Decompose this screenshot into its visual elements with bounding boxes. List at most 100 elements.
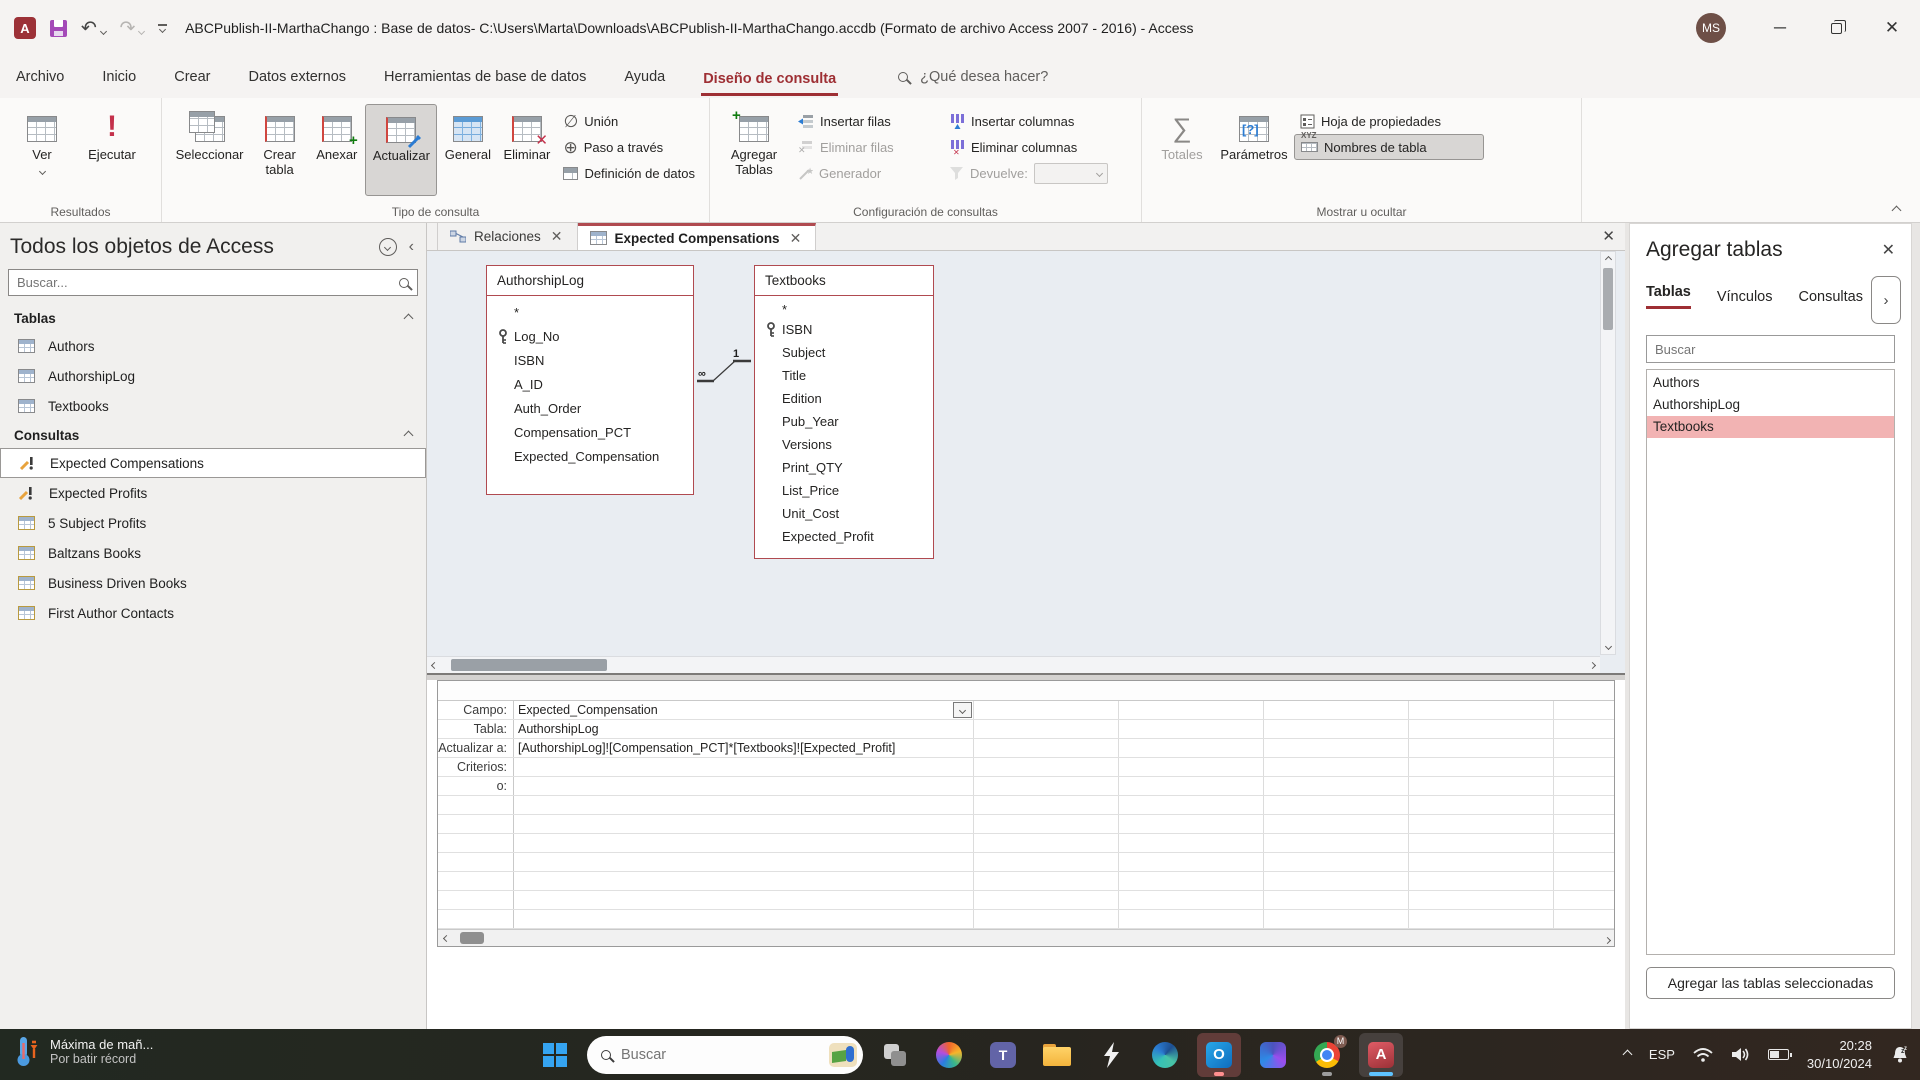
clock[interactable]: 20:28 30/10/2024: [1807, 1037, 1872, 1072]
grid-cell[interactable]: [1554, 910, 1615, 928]
scroll-left-icon[interactable]: [427, 661, 442, 669]
minimize-button[interactable]: ─: [1752, 0, 1808, 56]
grid-cell[interactable]: [1119, 720, 1264, 738]
grid-horizontal-scrollbar[interactable]: [438, 929, 1614, 946]
grid-cell[interactable]: [1119, 796, 1264, 814]
nav-item-expected-profits[interactable]: Expected Profits: [0, 478, 426, 508]
list-item-authors[interactable]: Authors: [1647, 372, 1894, 394]
nav-menu-icon[interactable]: [378, 238, 397, 256]
design-horizontal-scrollbar[interactable]: [427, 656, 1600, 673]
grid-cell[interactable]: [1119, 910, 1264, 928]
insert-columns-button[interactable]: Insertar columnas: [944, 108, 1129, 134]
grid-cell[interactable]: [1409, 834, 1554, 852]
grid-cell[interactable]: [1119, 701, 1264, 719]
volume-icon[interactable]: [1731, 1047, 1750, 1062]
do-not-disturb-bell-icon[interactable]: zz: [1890, 1045, 1910, 1065]
nav-item-first-author-contacts[interactable]: First Author Contacts: [0, 598, 426, 628]
close-tab-icon[interactable]: ✕: [788, 230, 804, 247]
pane-tabs-overflow-button[interactable]: ›: [1871, 276, 1901, 324]
grid-cell[interactable]: [1119, 891, 1264, 909]
undo-button[interactable]: ↶: [81, 19, 107, 38]
tell-me-search[interactable]: ¿Qué desea hacer?: [898, 69, 1048, 85]
grid-cell[interactable]: [974, 834, 1119, 852]
grid-cell[interactable]: [1409, 891, 1554, 909]
grid-cell-tabla[interactable]: AuthorshipLog: [514, 720, 974, 738]
tab-diseno-de-consulta[interactable]: Diseño de consulta: [701, 68, 839, 96]
close-button[interactable]: ✕: [1864, 0, 1920, 56]
chrome-button[interactable]: M: [1305, 1033, 1349, 1077]
grid-cell[interactable]: [1119, 758, 1264, 776]
nav-item-textbooks[interactable]: Textbooks: [0, 391, 426, 421]
avatar[interactable]: MS: [1696, 13, 1726, 43]
scroll-right-icon[interactable]: [1603, 931, 1612, 946]
grid-cell-o[interactable]: [514, 777, 974, 795]
grid-cell[interactable]: [1554, 701, 1615, 719]
grid-cell[interactable]: [1264, 910, 1409, 928]
scroll-right-icon[interactable]: [1585, 661, 1600, 669]
add-tables-button[interactable]: + Agregar Tablas: [718, 104, 790, 196]
pane-search-box[interactable]: [1646, 335, 1895, 363]
grid-cell[interactable]: [974, 701, 1119, 719]
grid-cell[interactable]: [514, 796, 974, 814]
grid-cell[interactable]: [1554, 853, 1615, 871]
nav-search-input[interactable]: [17, 275, 399, 290]
field-dropdown-icon[interactable]: [953, 702, 972, 718]
nav-group-tablas[interactable]: Tablas: [0, 304, 426, 331]
taskbar-search-input[interactable]: [621, 1046, 819, 1063]
nav-group-consultas[interactable]: Consultas: [0, 421, 426, 448]
scrollbar-thumb[interactable]: [460, 932, 484, 944]
scrollbar-thumb[interactable]: [451, 659, 607, 671]
grid-cell[interactable]: [1554, 834, 1615, 852]
task-view-button[interactable]: [873, 1033, 917, 1077]
grid-cell[interactable]: [1409, 739, 1554, 757]
scrollbar-thumb[interactable]: [1603, 268, 1613, 330]
grid-cell[interactable]: [1264, 739, 1409, 757]
grid-cell[interactable]: [1409, 701, 1554, 719]
grid-cell[interactable]: [1264, 777, 1409, 795]
tab-ayuda[interactable]: Ayuda: [622, 66, 667, 88]
nav-item-business-driven-books[interactable]: Business Driven Books: [0, 568, 426, 598]
grid-cell[interactable]: [1264, 720, 1409, 738]
grid-cell[interactable]: [974, 815, 1119, 833]
grid-cell-campo[interactable]: Expected_Compensation: [514, 701, 974, 719]
scroll-left-icon[interactable]: [438, 934, 454, 942]
update-query-button[interactable]: Actualizar: [365, 104, 438, 196]
battery-icon[interactable]: [1767, 1049, 1792, 1060]
delete-query-button[interactable]: ✕ Eliminar: [498, 104, 555, 196]
tab-archivo[interactable]: Archivo: [14, 66, 66, 88]
tab-crear[interactable]: Crear: [172, 66, 212, 88]
nav-item-authors[interactable]: Authors: [0, 331, 426, 361]
grid-cell[interactable]: [974, 910, 1119, 928]
grid-cell[interactable]: [1119, 872, 1264, 890]
grid-cell[interactable]: [1264, 796, 1409, 814]
pass-through-button[interactable]: ⊕ Paso a través: [557, 134, 701, 160]
grid-cell[interactable]: [1409, 758, 1554, 776]
grid-cell[interactable]: [1264, 891, 1409, 909]
grid-cell[interactable]: [514, 872, 974, 890]
grid-cell[interactable]: [1119, 853, 1264, 871]
tab-relaciones[interactable]: Relaciones ✕: [437, 223, 578, 250]
nav-item-authorshiplog[interactable]: AuthorshipLog: [0, 361, 426, 391]
tab-inicio[interactable]: Inicio: [100, 66, 138, 88]
make-table-button[interactable]: Crear tabla: [251, 104, 308, 196]
grid-cell[interactable]: [1264, 853, 1409, 871]
parameters-button[interactable]: [?] Parámetros: [1216, 104, 1292, 196]
save-icon[interactable]: [50, 19, 67, 37]
scroll-down-icon[interactable]: [1601, 639, 1615, 654]
collapse-ribbon-icon[interactable]: [1891, 205, 1902, 216]
grid-cell[interactable]: [1409, 720, 1554, 738]
pane-splitter[interactable]: [427, 673, 1625, 680]
grid-cell[interactable]: [1554, 891, 1615, 909]
design-vertical-scrollbar[interactable]: [1600, 251, 1616, 655]
grid-cell[interactable]: [1554, 720, 1615, 738]
grid-cell[interactable]: [1554, 872, 1615, 890]
grid-cell[interactable]: [1409, 853, 1554, 871]
grid-cell[interactable]: [1119, 815, 1264, 833]
grid-cell[interactable]: [1409, 910, 1554, 928]
join-line[interactable]: ∞ 1: [685, 336, 765, 396]
grid-cell[interactable]: [1409, 777, 1554, 795]
delete-columns-button[interactable]: ✕ Eliminar columnas: [944, 134, 1129, 160]
grid-cell[interactable]: [1409, 872, 1554, 890]
grid-cell[interactable]: [974, 777, 1119, 795]
insert-rows-button[interactable]: Insertar filas: [792, 108, 942, 134]
